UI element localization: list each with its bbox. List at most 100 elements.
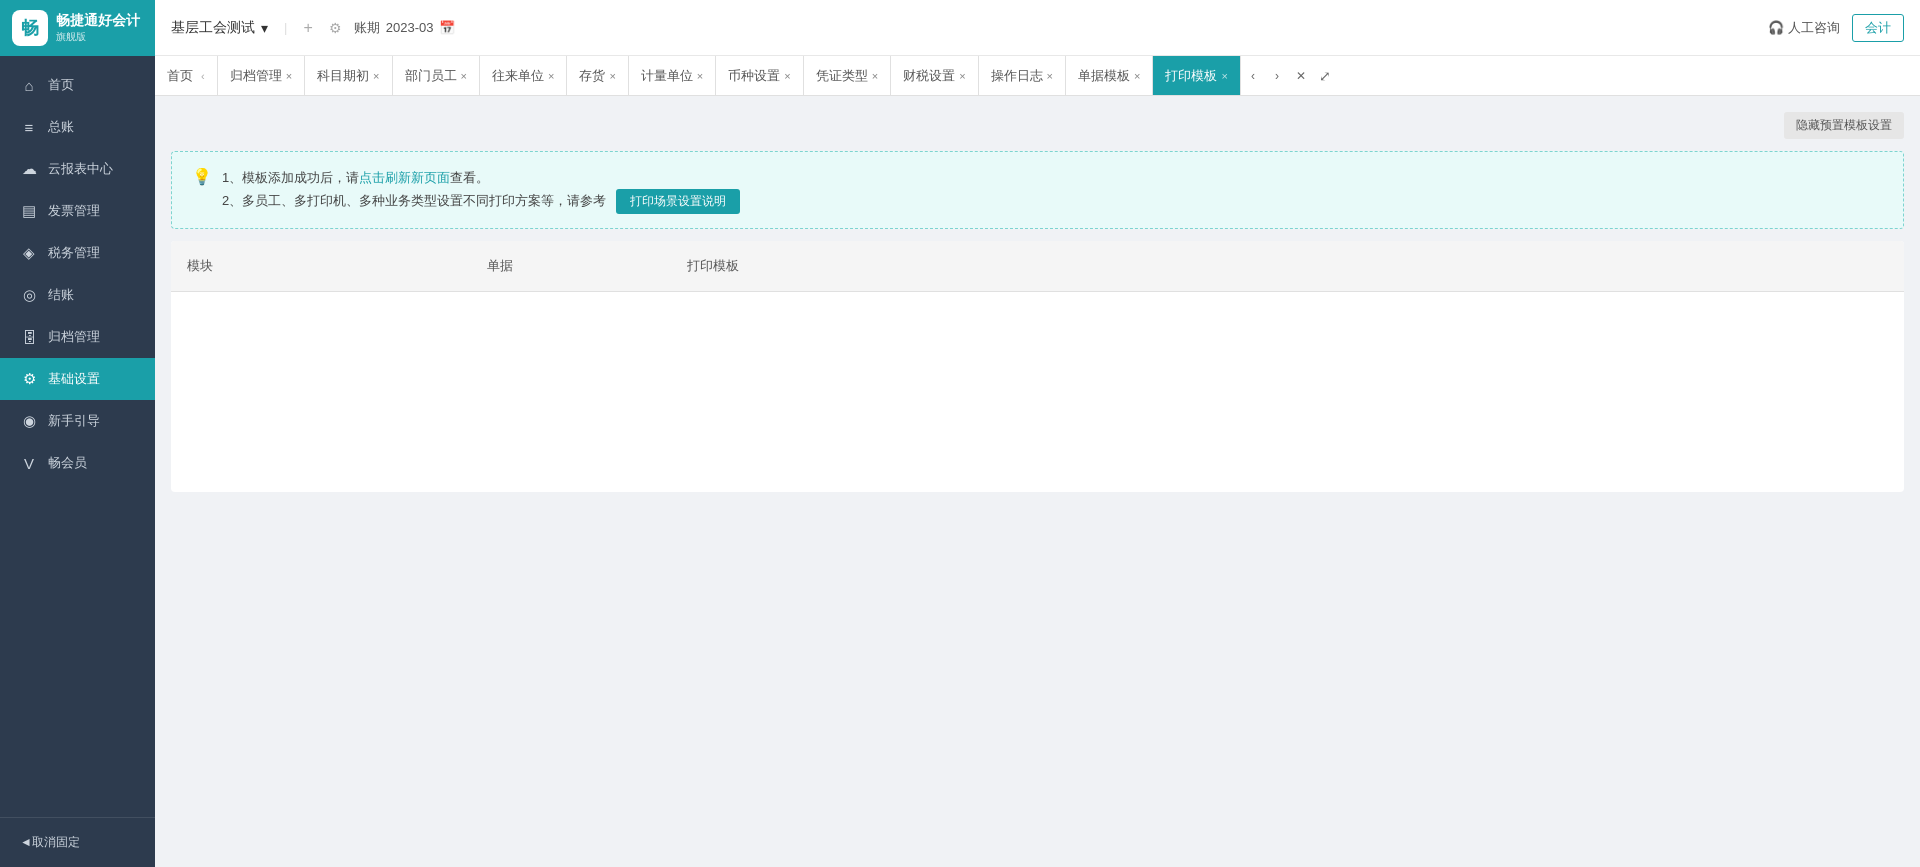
sidebar-item-close[interactable]: ◎ 结账 — [0, 274, 155, 316]
company-name: 基层工会测试 — [171, 19, 255, 37]
tab-single-template-close[interactable]: × — [1134, 70, 1140, 82]
sidebar-item-vip[interactable]: V 畅会员 — [0, 442, 155, 484]
tab-home[interactable]: 首页 ‹ — [155, 56, 218, 96]
tab-prev-button[interactable]: ‹ — [1241, 56, 1265, 96]
logo-text: 畅捷通好会计 旗舰版 — [56, 12, 140, 44]
tab-units-label: 计量单位 — [641, 67, 693, 85]
tab-inventory-close[interactable]: × — [609, 70, 615, 82]
period-label: 账期 — [354, 19, 380, 37]
sidebar: 畅 畅捷通好会计 旗舰版 ⌂ 首页 ≡ 总账 ☁ 云报表中心 ▤ 发票管理 ◈ … — [0, 0, 155, 867]
guide-icon: ◉ — [20, 412, 38, 430]
sidebar-item-archive[interactable]: 🗄 归档管理 — [0, 316, 155, 358]
company-selector[interactable]: 基层工会测试 ▾ — [171, 19, 268, 37]
logo-icon: 畅 — [12, 10, 48, 46]
tab-home-label: 首页 — [167, 67, 193, 85]
col-module: 模块 — [171, 251, 471, 281]
tab-tax-settings-close[interactable]: × — [959, 70, 965, 82]
dropdown-icon: ▾ — [261, 20, 268, 36]
add-company-button[interactable]: + — [303, 19, 312, 37]
info-line-2: 2、多员工、多打印机、多种业务类型设置不同打印方案等，请参考 打印场景设置说明 — [222, 189, 740, 214]
settings-company-icon[interactable]: ⚙ — [329, 20, 342, 36]
tab-single-template-label: 单据模板 — [1078, 67, 1130, 85]
tab-close-all-button[interactable]: ✕ — [1289, 56, 1313, 96]
sidebar-item-guide[interactable]: ◉ 新手引导 — [0, 400, 155, 442]
tab-voucher-types[interactable]: 凭证类型 × — [804, 56, 891, 96]
tab-print-template[interactable]: 打印模板 × — [1153, 56, 1240, 96]
tab-voucher-types-close[interactable]: × — [872, 70, 878, 82]
sidebar-label-tax: 税务管理 — [48, 244, 100, 262]
info-box-header: 💡 1、模板添加成功后，请点击刷新新页面查看。 2、多员工、多打印机、多种业务类… — [192, 166, 1883, 214]
sidebar-label-close: 结账 — [48, 286, 74, 304]
tab-tax-settings[interactable]: 财税设置 × — [891, 56, 978, 96]
tab-archive-close[interactable]: × — [286, 70, 292, 82]
sidebar-label-reports: 云报表中心 — [48, 160, 113, 178]
tab-units-close[interactable]: × — [697, 70, 703, 82]
sidebar-item-home[interactable]: ⌂ 首页 — [0, 64, 155, 106]
bulb-icon: 💡 — [192, 167, 212, 186]
hide-preview-button[interactable]: 隐藏预置模板设置 — [1784, 112, 1904, 139]
vip-icon: V — [20, 455, 38, 472]
tab-operation-log[interactable]: 操作日志 × — [979, 56, 1066, 96]
sidebar-item-invoice[interactable]: ▤ 发票管理 — [0, 190, 155, 232]
period-value: 2023-03 — [386, 20, 434, 35]
tab-archive-label: 归档管理 — [230, 67, 282, 85]
col-document: 单据 — [471, 251, 671, 281]
guide-button[interactable]: 打印场景设置说明 — [616, 189, 740, 214]
info-line-1: 1、模板添加成功后，请点击刷新新页面查看。 — [222, 166, 740, 189]
calendar-icon[interactable]: 📅 — [439, 20, 455, 35]
tab-customers[interactable]: 往来单位 × — [480, 56, 567, 96]
tab-print-template-close[interactable]: × — [1221, 70, 1227, 82]
tab-subjects-close[interactable]: × — [373, 70, 379, 82]
header-divider-1: | — [284, 20, 287, 35]
tab-units[interactable]: 计量单位 × — [629, 56, 716, 96]
tab-next-button[interactable]: › — [1265, 56, 1289, 96]
sidebar-label-invoice: 发票管理 — [48, 202, 100, 220]
sidebar-label-settings: 基础设置 — [48, 370, 100, 388]
print-template-table: 模块 单据 打印模板 — [171, 241, 1904, 492]
sidebar-item-settings[interactable]: ⚙ 基础设置 — [0, 358, 155, 400]
tab-customers-label: 往来单位 — [492, 67, 544, 85]
header-actions: 🎧 人工咨询 会计 — [1768, 14, 1904, 42]
invoice-icon: ▤ — [20, 202, 38, 220]
sidebar-item-tax[interactable]: ◈ 税务管理 — [0, 232, 155, 274]
sidebar-item-reports[interactable]: ☁ 云报表中心 — [0, 148, 155, 190]
tab-subjects-label: 科目期初 — [317, 67, 369, 85]
main-area: 基层工会测试 ▾ | + ⚙ 账期 2023-03 📅 🎧 人工咨询 会计 首页… — [155, 0, 1920, 867]
sidebar-label-archive: 归档管理 — [48, 328, 100, 346]
ledger-icon: ≡ — [20, 119, 38, 136]
tab-operation-log-close[interactable]: × — [1047, 70, 1053, 82]
tab-voucher-types-label: 凭证类型 — [816, 67, 868, 85]
logo-subtitle: 旗舰版 — [56, 30, 140, 44]
logo: 畅 畅捷通好会计 旗舰版 — [0, 0, 155, 56]
kuaiji-button[interactable]: 会计 — [1852, 14, 1904, 42]
tab-currency-close[interactable]: × — [784, 70, 790, 82]
table-header: 模块 单据 打印模板 — [171, 241, 1904, 292]
top-header: 基层工会测试 ▾ | + ⚙ 账期 2023-03 📅 🎧 人工咨询 会计 — [155, 0, 1920, 56]
tab-customers-close[interactable]: × — [548, 70, 554, 82]
tab-single-template[interactable]: 单据模板 × — [1066, 56, 1153, 96]
tab-departments[interactable]: 部门员工 × — [393, 56, 480, 96]
tab-subjects[interactable]: 科目期初 × — [305, 56, 392, 96]
info-box: 💡 1、模板添加成功后，请点击刷新新页面查看。 2、多员工、多打印机、多种业务类… — [171, 151, 1904, 229]
tab-tax-settings-label: 财税设置 — [903, 67, 955, 85]
tab-currency[interactable]: 币种设置 × — [716, 56, 803, 96]
tab-print-template-label: 打印模板 — [1165, 67, 1217, 85]
tab-expand-button[interactable]: ⤢ — [1313, 56, 1337, 96]
unpin-sidebar-button[interactable]: ◄取消固定 — [0, 817, 155, 867]
sidebar-label-vip: 畅会员 — [48, 454, 87, 472]
tab-inventory-label: 存货 — [579, 67, 605, 85]
sidebar-item-ledger[interactable]: ≡ 总账 — [0, 106, 155, 148]
sidebar-label-guide: 新手引导 — [48, 412, 100, 430]
hide-preview-container: 隐藏预置模板设置 — [171, 112, 1904, 139]
tab-archive[interactable]: 归档管理 × — [218, 56, 305, 96]
tab-operation-log-label: 操作日志 — [991, 67, 1043, 85]
refresh-link[interactable]: 点击刷新新页面 — [359, 170, 450, 185]
table-body — [171, 292, 1904, 492]
info-content: 1、模板添加成功后，请点击刷新新页面查看。 2、多员工、多打印机、多种业务类型设… — [222, 166, 740, 214]
logo-title: 畅捷通好会计 — [56, 12, 140, 30]
service-button[interactable]: 🎧 人工咨询 — [1768, 19, 1840, 37]
col-print-template: 打印模板 — [671, 251, 1904, 281]
tab-departments-close[interactable]: × — [461, 70, 467, 82]
tab-inventory[interactable]: 存货 × — [567, 56, 628, 96]
period-display: 账期 2023-03 📅 — [354, 19, 456, 37]
